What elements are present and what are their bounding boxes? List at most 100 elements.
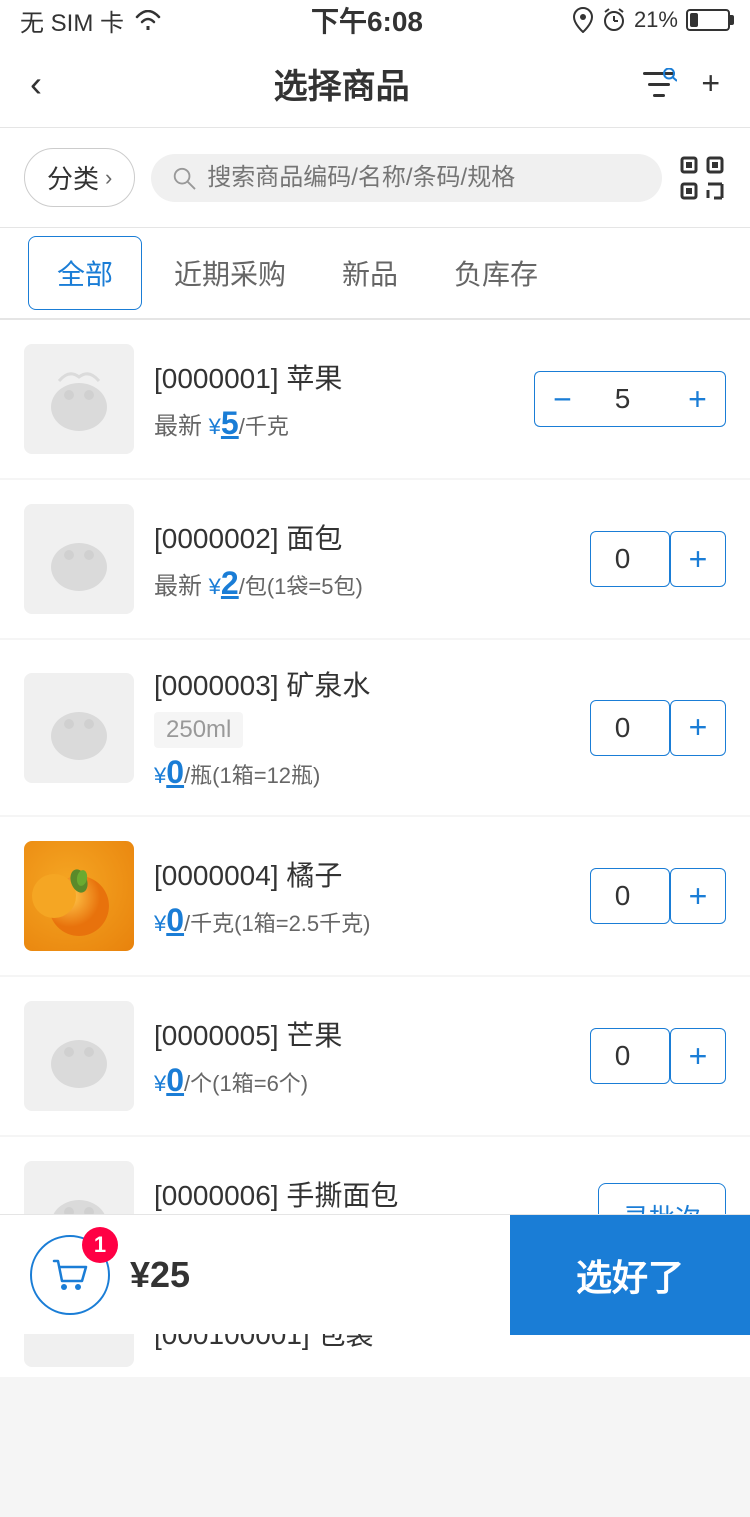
- product-name: [0000006] 手撕面包: [154, 1174, 578, 1214]
- chevron-icon: ›: [105, 165, 112, 191]
- alarm-icon: [602, 7, 626, 33]
- owl-logo: [39, 688, 119, 768]
- product-info: [0000001] 苹果 最新 ¥5/千克: [154, 357, 514, 442]
- owl-logo: [39, 519, 119, 599]
- list-item: [0000001] 苹果 最新 ¥5/千克 − +: [0, 320, 750, 478]
- cart-icon-button[interactable]: 1: [30, 1235, 110, 1315]
- location-icon: [572, 7, 594, 33]
- price-value: 0: [166, 902, 184, 938]
- product-thumbnail: [24, 841, 134, 951]
- product-thumbnail: [24, 1001, 134, 1111]
- category-label: 分类: [47, 159, 99, 196]
- list-item: [0000004] 橘子 ¥0/千克(1箱=2.5千克) +: [0, 817, 750, 975]
- quantity-input[interactable]: [590, 371, 670, 427]
- currency-symbol: ¥: [154, 911, 166, 936]
- product-info: [0000003] 矿泉水 250ml ¥0/瓶(1箱=12瓶): [154, 664, 570, 791]
- quantity-increase-button[interactable]: +: [670, 371, 726, 427]
- price-value: 5: [221, 405, 239, 441]
- category-button[interactable]: 分类 ›: [24, 148, 135, 207]
- wifi-icon: [134, 10, 162, 30]
- currency-symbol: ¥: [154, 763, 166, 788]
- quantity-increase-button[interactable]: +: [670, 1028, 726, 1084]
- product-price: ¥0/瓶(1箱=12瓶): [154, 754, 570, 791]
- quantity-input[interactable]: [590, 868, 670, 924]
- nav-right: +: [641, 65, 720, 102]
- currency-symbol: ¥: [209, 414, 221, 439]
- cart-icon: [48, 1253, 92, 1297]
- price-unit: /个(1箱=6个): [184, 1071, 308, 1096]
- add-button[interactable]: +: [701, 65, 720, 102]
- status-time: 下午6:08: [311, 0, 423, 40]
- bottom-bar: 1 ¥25 选好了: [0, 1214, 750, 1334]
- quantity-control: +: [590, 531, 726, 587]
- product-spec: 250ml: [154, 712, 243, 748]
- product-name: [0000002] 面包: [154, 517, 570, 557]
- price-value: 0: [166, 754, 184, 790]
- status-right: 21%: [572, 7, 730, 33]
- price-value: 0: [166, 1062, 184, 1098]
- product-info: [0000002] 面包 最新 ¥2/包(1袋=5包): [154, 517, 570, 602]
- quantity-increase-button[interactable]: +: [670, 700, 726, 756]
- quantity-increase-button[interactable]: +: [670, 531, 726, 587]
- cart-area: 1 ¥25: [30, 1235, 190, 1315]
- product-info: [0000004] 橘子 ¥0/千克(1箱=2.5千克): [154, 854, 570, 939]
- product-price: ¥0/千克(1箱=2.5千克): [154, 902, 570, 939]
- search-icon: [171, 164, 197, 192]
- product-list: [0000001] 苹果 最新 ¥5/千克 − + [0000002]: [0, 320, 750, 1517]
- quantity-control: +: [590, 700, 726, 756]
- status-bar: 无 SIM 卡 下午6:08 21%: [0, 0, 750, 40]
- confirm-button[interactable]: 选好了: [510, 1215, 750, 1335]
- search-input[interactable]: [207, 164, 642, 192]
- orange-illustration: [24, 841, 134, 951]
- tab-new[interactable]: 新品: [314, 228, 426, 318]
- quantity-input[interactable]: [590, 700, 670, 756]
- product-price: 最新 ¥2/包(1袋=5包): [154, 565, 570, 602]
- price-label: 最新: [154, 573, 202, 600]
- tab-bar: 全部 近期采购 新品 负库存: [0, 228, 750, 320]
- cart-total: ¥25: [130, 1254, 190, 1296]
- price-unit: /千克(1箱=2.5千克): [184, 911, 370, 936]
- list-item: [0000003] 矿泉水 250ml ¥0/瓶(1箱=12瓶) +: [0, 640, 750, 815]
- quantity-decrease-button[interactable]: −: [534, 371, 590, 427]
- cart-badge: 1: [82, 1227, 118, 1263]
- product-name: [0000001] 苹果: [154, 357, 514, 397]
- quantity-control: +: [590, 1028, 726, 1084]
- quantity-control: +: [590, 868, 726, 924]
- battery-icon: [686, 9, 730, 31]
- back-button[interactable]: ‹: [30, 63, 42, 105]
- product-thumbnail: [24, 673, 134, 783]
- nav-bar: ‹ 选择商品 +: [0, 40, 750, 128]
- quantity-input[interactable]: [590, 531, 670, 587]
- carrier-text: 无 SIM 卡: [20, 3, 124, 38]
- product-price: 最新 ¥5/千克: [154, 405, 514, 442]
- quantity-input[interactable]: [590, 1028, 670, 1084]
- price-unit: /瓶(1箱=12瓶): [184, 763, 320, 788]
- tab-negative[interactable]: 负库存: [426, 228, 566, 318]
- filter-icon[interactable]: [641, 68, 677, 100]
- product-price: ¥0/个(1箱=6个): [154, 1062, 570, 1099]
- currency-symbol: ¥: [154, 1071, 166, 1096]
- price-unit: /千克: [239, 414, 289, 439]
- product-info: [0000005] 芒果 ¥0/个(1箱=6个): [154, 1014, 570, 1099]
- owl-logo: [39, 359, 119, 439]
- price-label: 最新: [154, 413, 202, 440]
- nav-left: ‹: [30, 63, 42, 105]
- list-item: [0000002] 面包 最新 ¥2/包(1袋=5包) +: [0, 480, 750, 638]
- tab-recent[interactable]: 近期采购: [146, 228, 314, 318]
- search-box: [151, 154, 662, 202]
- product-name: [0000005] 芒果: [154, 1014, 570, 1054]
- owl-logo: [39, 1016, 119, 1096]
- price-unit: /包(1袋=5包): [239, 574, 363, 599]
- tab-all[interactable]: 全部: [28, 236, 142, 310]
- product-thumbnail: [24, 504, 134, 614]
- status-left: 无 SIM 卡: [20, 3, 162, 38]
- list-item: [0000005] 芒果 ¥0/个(1箱=6个) +: [0, 977, 750, 1135]
- quantity-increase-button[interactable]: +: [670, 868, 726, 924]
- filter-bar: 分类 ›: [0, 128, 750, 228]
- product-thumbnail: [24, 344, 134, 454]
- battery-percent: 21%: [634, 7, 678, 33]
- currency-symbol: ¥: [209, 574, 221, 599]
- product-name: [0000003] 矿泉水: [154, 664, 570, 704]
- product-name: [0000004] 橘子: [154, 854, 570, 894]
- scan-icon[interactable]: [678, 154, 726, 202]
